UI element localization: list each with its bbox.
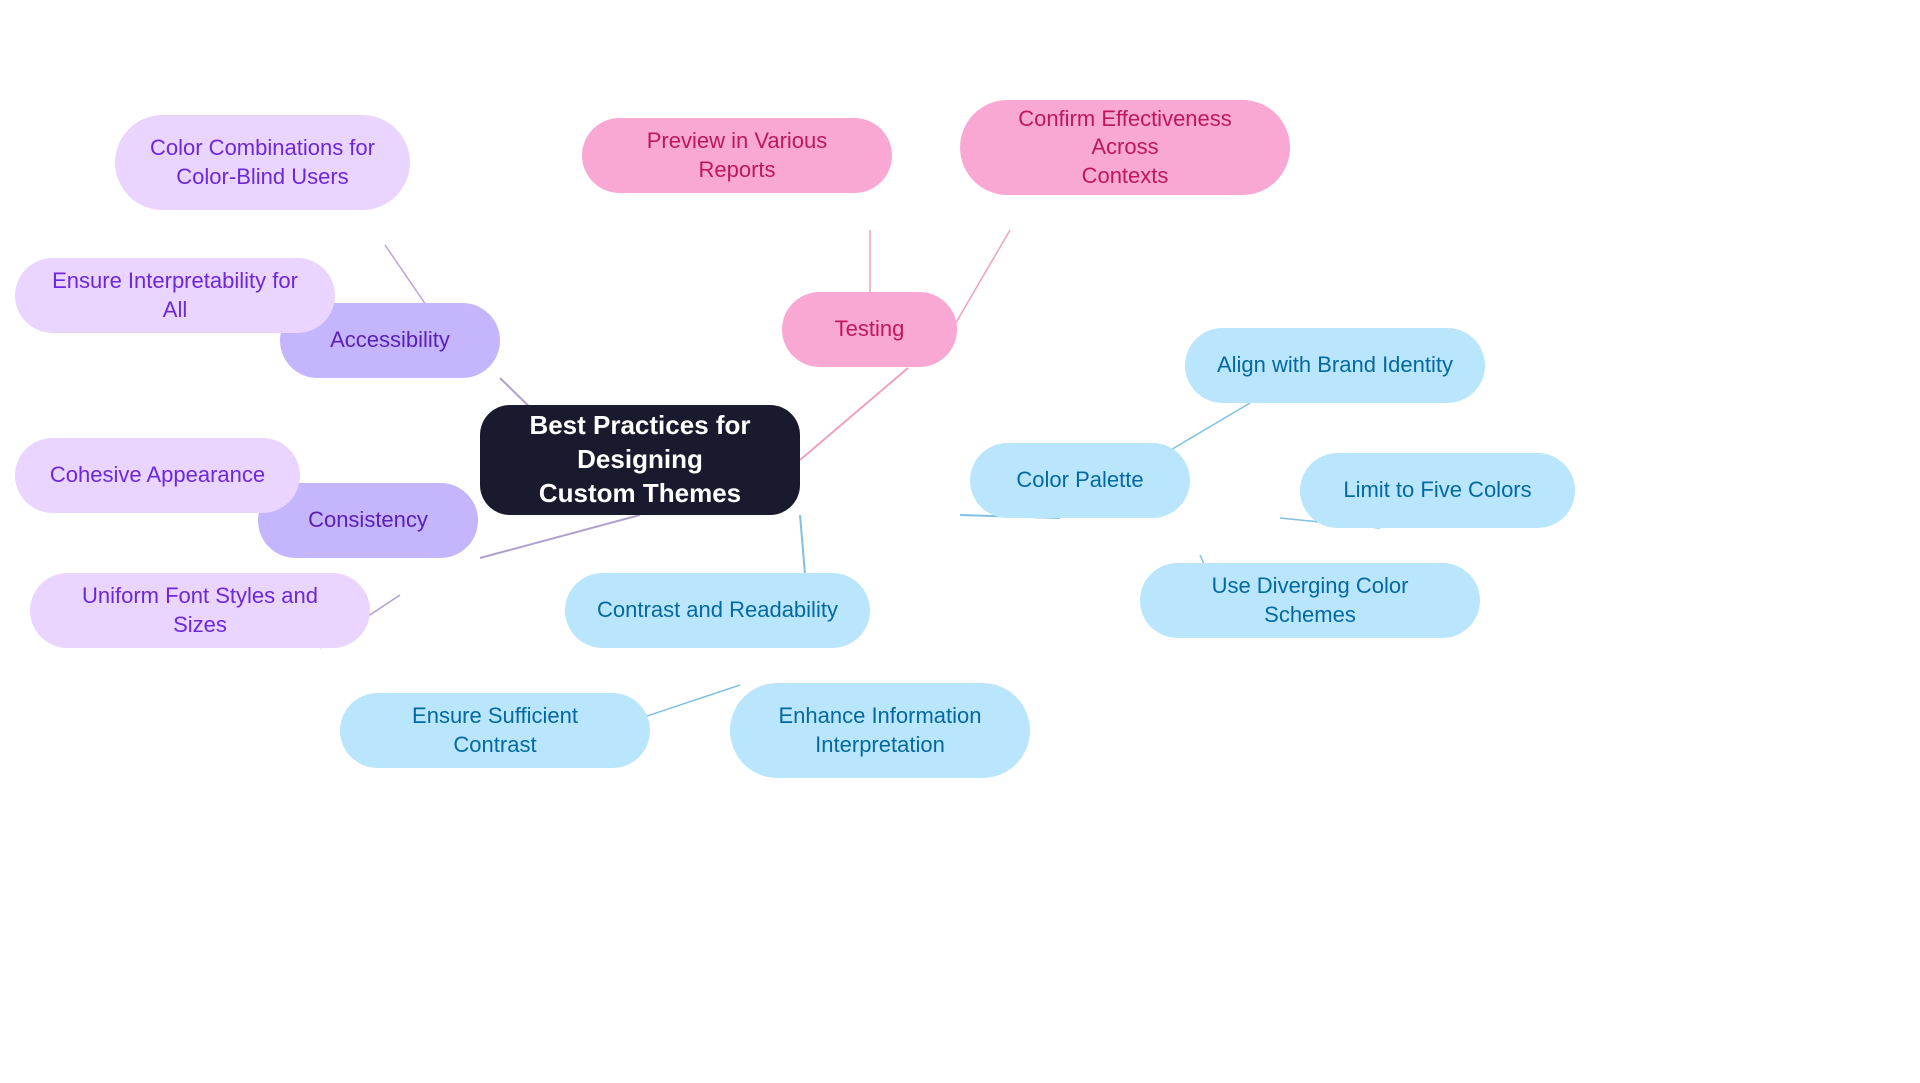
confirm-effectiveness-label: Confirm Effectiveness Across Contexts xyxy=(988,105,1262,191)
contrast-readability-node: Contrast and Readability xyxy=(565,573,870,648)
preview-reports-label: Preview in Various Reports xyxy=(610,127,864,184)
testing-label: Testing xyxy=(835,315,905,344)
diverging-schemes-node: Use Diverging Color Schemes xyxy=(1140,563,1480,638)
confirm-effectiveness-node: Confirm Effectiveness Across Contexts xyxy=(960,100,1290,195)
align-brand-label: Align with Brand Identity xyxy=(1217,351,1453,380)
limit-colors-node: Limit to Five Colors xyxy=(1300,453,1575,528)
cohesive-appearance-node: Cohesive Appearance xyxy=(15,438,300,513)
testing-node: Testing xyxy=(782,292,957,367)
color-blind-node: Color Combinations for Color-Blind Users xyxy=(115,115,410,210)
enhance-info-node: Enhance Information Interpretation xyxy=(730,683,1030,778)
cohesive-appearance-label: Cohesive Appearance xyxy=(50,461,265,490)
uniform-font-label: Uniform Font Styles and Sizes xyxy=(58,582,342,639)
uniform-font-node: Uniform Font Styles and Sizes xyxy=(30,573,370,648)
align-brand-node: Align with Brand Identity xyxy=(1185,328,1485,403)
diverging-schemes-label: Use Diverging Color Schemes xyxy=(1168,572,1452,629)
interpretability-label: Ensure Interpretability for All xyxy=(43,267,307,324)
color-palette-node: Color Palette xyxy=(970,443,1190,518)
interpretability-node: Ensure Interpretability for All xyxy=(15,258,335,333)
center-label: Best Practices for Designing Custom Them… xyxy=(508,409,772,510)
limit-colors-label: Limit to Five Colors xyxy=(1343,476,1531,505)
consistency-label: Consistency xyxy=(308,506,428,535)
preview-reports-node: Preview in Various Reports xyxy=(582,118,892,193)
ensure-contrast-node: Ensure Sufficient Contrast xyxy=(340,693,650,768)
center-node: Best Practices for Designing Custom Them… xyxy=(480,405,800,515)
accessibility-label: Accessibility xyxy=(330,326,450,355)
contrast-readability-label: Contrast and Readability xyxy=(597,596,838,625)
color-palette-label: Color Palette xyxy=(1016,466,1143,495)
enhance-info-label: Enhance Information Interpretation xyxy=(778,702,981,759)
color-blind-label: Color Combinations for Color-Blind Users xyxy=(150,134,375,191)
ensure-contrast-label: Ensure Sufficient Contrast xyxy=(368,702,622,759)
